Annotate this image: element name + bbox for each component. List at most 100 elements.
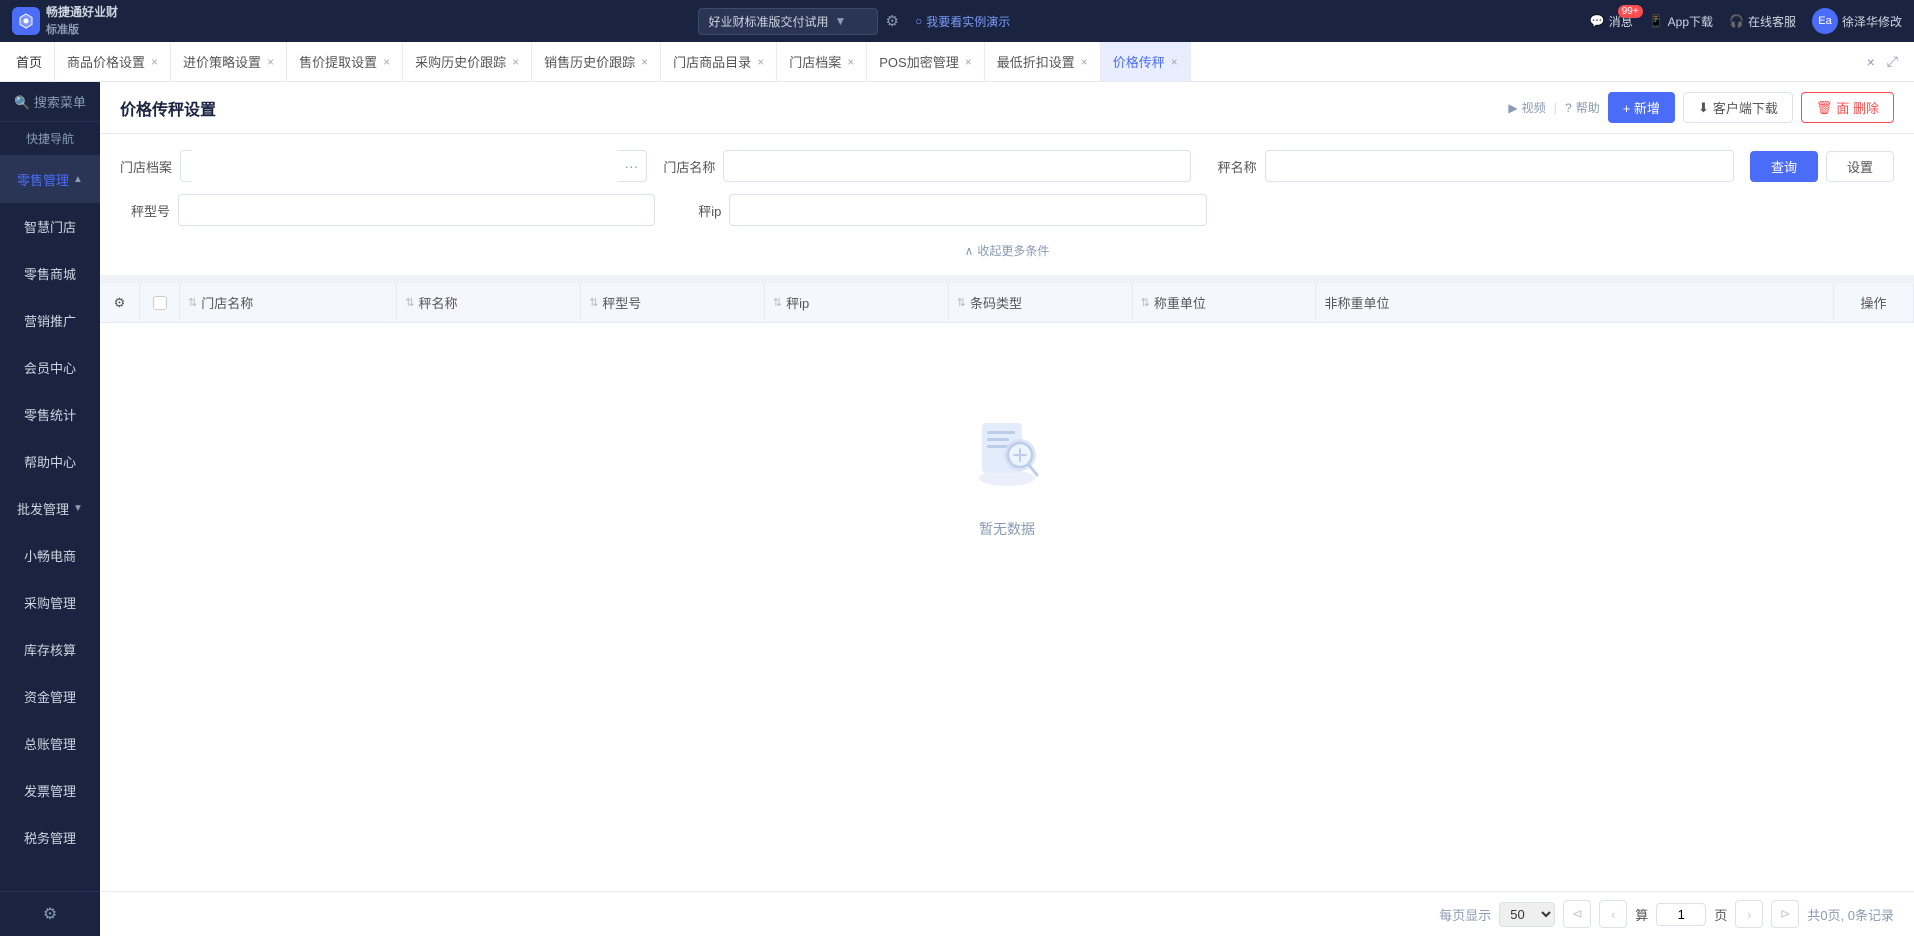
sidebar-item-xiaochang-ecom[interactable]: 小畅电商 [0, 532, 100, 579]
user-info[interactable]: Ea 徐泽华修改 [1812, 8, 1902, 34]
tab-purchase-strategy[interactable]: 进价策略设置 × [171, 42, 287, 82]
tab-min-discount[interactable]: 最低折扣设置 × [985, 42, 1101, 82]
th-weight-sort-icon[interactable]: ⇅ [1141, 296, 1150, 309]
delete-button[interactable]: 🗑 面 删除 [1801, 92, 1894, 123]
sidebar-item-help-center-label: 帮助中心 [24, 452, 76, 471]
tab-pos-encrypt[interactable]: POS加密管理 × [867, 42, 984, 82]
online-service-label: 在线客服 [1748, 13, 1796, 30]
ellipsis-icon[interactable]: ··· [624, 158, 638, 174]
sidebar-item-purchase-mgmt[interactable]: 采购管理 [0, 579, 100, 626]
download-button[interactable]: ⬇ 客户端下载 [1683, 92, 1793, 123]
filter-scale-name-input[interactable] [1265, 150, 1734, 182]
headset-icon: 🎧 [1729, 14, 1744, 28]
online-service-button[interactable]: 🎧 在线客服 [1729, 13, 1796, 30]
tab-min-discount-close[interactable]: × [1081, 56, 1088, 68]
tab-purchase-history[interactable]: 采购历史价跟踪 × [403, 42, 532, 82]
filter-scale-model-input[interactable] [178, 194, 655, 226]
first-page-button[interactable]: ⊲ [1563, 900, 1591, 928]
sidebar-quick-nav[interactable]: 快捷导航 [0, 122, 100, 156]
env-selector[interactable]: 好业财标准版交付试用 ▼ [698, 8, 878, 35]
sidebar-item-inventory[interactable]: 库存核算 [0, 626, 100, 673]
tab-home[interactable]: 首页 [4, 42, 55, 82]
tab-price-transmit[interactable]: 价格传秤 × [1101, 42, 1191, 82]
select-all-checkbox[interactable] [153, 296, 167, 310]
sidebar-item-marketing[interactable]: 营销推广 [0, 297, 100, 344]
sidebar-item-general-ledger[interactable]: 总账管理 [0, 720, 100, 767]
page-number-input[interactable] [1656, 903, 1706, 926]
tab-sale-price-close[interactable]: × [383, 56, 390, 68]
help-link[interactable]: ? 帮助 [1565, 99, 1600, 116]
retail-mgmt-arrow-icon: ▲ [73, 174, 83, 185]
th-barcode-type-label: 条码类型 [970, 293, 1022, 312]
th-weight-unit-label: 称重单位 [1154, 293, 1206, 312]
app-download-button[interactable]: 📱 App下载 [1649, 13, 1713, 30]
sidebar-item-fund-mgmt[interactable]: 资金管理 [0, 673, 100, 720]
tab-commodity-price-close[interactable]: × [151, 56, 158, 68]
tab-store-archive[interactable]: 门店档案 × [777, 42, 867, 82]
th-scale-ip: ⇅ 秤ip [765, 283, 949, 322]
tab-expand-button[interactable]: ⤢ [1883, 51, 1902, 72]
settings-filter-button[interactable]: 设置 [1826, 151, 1894, 182]
filter-scale-name-label: 秤名称 [1207, 157, 1257, 176]
sidebar-item-tax-mgmt[interactable]: 税务管理 [0, 814, 100, 861]
last-page-button[interactable]: ⊳ [1771, 900, 1799, 928]
th-scale-ip-sort-icon[interactable]: ⇅ [773, 296, 782, 309]
sidebar-item-wholesale-mgmt-label: 批发管理 [17, 499, 69, 518]
sidebar-item-retail-mall[interactable]: 零售商城 [0, 250, 100, 297]
sidebar-item-help-center[interactable]: 帮助中心 [0, 438, 100, 485]
filter-store-name-input[interactable] [723, 150, 1190, 182]
sidebar-item-wholesale-mgmt[interactable]: 批发管理 ▼ [0, 485, 100, 532]
tab-purchase-strategy-close[interactable]: × [267, 56, 274, 68]
sidebar-item-member-center-label: 会员中心 [24, 358, 76, 377]
th-barcode-sort-icon[interactable]: ⇅ [957, 296, 966, 309]
sidebar-item-smart-store[interactable]: 智慧门店 [0, 203, 100, 250]
tab-sale-price[interactable]: 售价提取设置 × [287, 42, 403, 82]
messages-button[interactable]: 💬 消息 99+ [1590, 13, 1633, 30]
video-link[interactable]: ▶ 视频 [1508, 99, 1545, 116]
tab-close-all-button[interactable]: × [1863, 52, 1879, 72]
tab-pos-encrypt-close[interactable]: × [965, 56, 972, 68]
tab-store-archive-close[interactable]: × [847, 56, 854, 68]
sidebar-gear-icon[interactable]: ⚙ [43, 906, 57, 923]
filter-scale-ip: 秤ip [671, 194, 1206, 226]
add-button[interactable]: + 新增 [1608, 92, 1675, 123]
sidebar-item-invoice-mgmt[interactable]: 发票管理 [0, 767, 100, 814]
filter-store-archive-input[interactable] [189, 150, 620, 182]
column-settings-icon[interactable]: ⚙ [114, 295, 126, 311]
th-store-name-sort-icon[interactable]: ⇅ [188, 296, 197, 309]
topbar-settings-button[interactable]: ⚙ [886, 12, 899, 30]
table-header: ⚙ ⇅ 门店名称 ⇅ 秤名称 ⇅ 秤型号 ⇅ [100, 283, 1914, 323]
tab-sales-history-close[interactable]: × [641, 56, 648, 68]
sidebar-item-member-center[interactable]: 会员中心 [0, 344, 100, 391]
topbar-right: 💬 消息 99+ 📱 App下载 🎧 在线客服 Ea 徐泽华修改 [1590, 8, 1902, 34]
per-page-select[interactable]: 10 20 50 100 [1499, 902, 1555, 927]
tab-sales-history[interactable]: 销售历史价跟踪 × [532, 42, 661, 82]
settings-filter-button-label: 设置 [1847, 157, 1873, 176]
th-settings[interactable]: ⚙ [100, 283, 140, 322]
filter-actions: 查询 设置 [1750, 151, 1894, 182]
collapse-button[interactable]: ∧ 收起更多条件 [965, 242, 1050, 259]
sidebar-item-retail-mall-label: 零售商城 [24, 264, 76, 283]
th-scale-model-sort-icon[interactable]: ⇅ [589, 296, 598, 309]
tab-purchase-history-close[interactable]: × [512, 56, 519, 68]
sidebar-item-retail-stats[interactable]: 零售统计 [0, 391, 100, 438]
env-dropdown-arrow: ▼ [835, 14, 847, 28]
th-scale-name-sort-icon[interactable]: ⇅ [405, 296, 414, 309]
filter-scale-ip-input[interactable] [729, 194, 1206, 226]
tab-price-transmit-close[interactable]: × [1171, 56, 1178, 68]
filter-scale-model-label: 秤型号 [120, 201, 170, 220]
tab-store-catalog[interactable]: 门店商品目录 × [661, 42, 777, 82]
th-checkbox[interactable] [140, 283, 180, 322]
filter-store-archive-input-wrap[interactable]: ··· [180, 150, 647, 182]
tab-store-catalog-close[interactable]: × [757, 56, 764, 68]
query-button[interactable]: 查询 [1750, 151, 1818, 182]
sidebar-item-retail-mgmt[interactable]: 零售管理 ▲ [0, 156, 100, 203]
prev-page-button[interactable]: ‹ [1599, 900, 1627, 928]
demo-link[interactable]: ○ 我要看实例演示 [915, 13, 1010, 30]
next-page-button[interactable]: › [1735, 900, 1763, 928]
sidebar-search[interactable]: 🔍 搜索菜单 [0, 82, 100, 122]
th-scale-model: ⇅ 秤型号 [581, 283, 765, 322]
tab-commodity-price[interactable]: 商品价格设置 × [55, 42, 171, 82]
sidebar-item-marketing-label: 营销推广 [24, 311, 76, 330]
sidebar-item-invoice-mgmt-label: 发票管理 [24, 781, 76, 800]
